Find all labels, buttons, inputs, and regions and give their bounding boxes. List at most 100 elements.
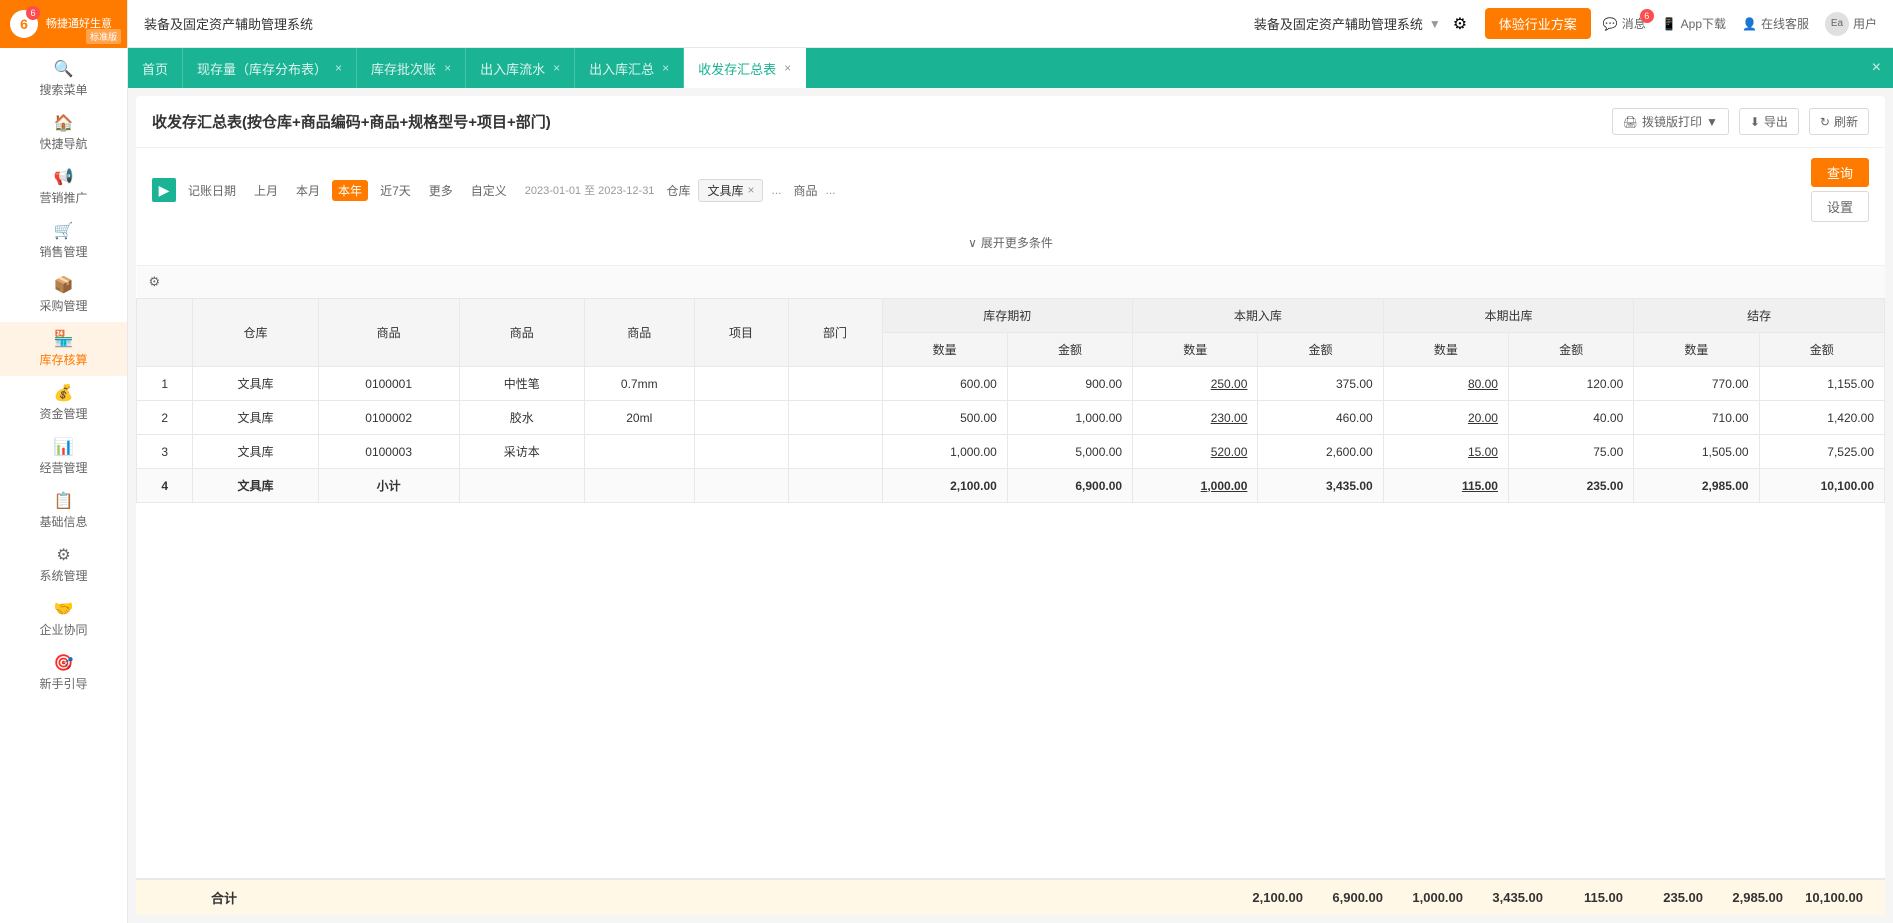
main-area: 装备及固定资产辅助管理系统 装备及固定资产辅助管理系统 ▼ ⚙ 体验行业方案 💬… — [128, 0, 1893, 923]
goods-more-btn[interactable]: ... — [826, 183, 836, 197]
tab-batch[interactable]: 库存批次账 × — [357, 48, 466, 88]
sidebar-item-search[interactable]: 🔍 搜索菜单 — [0, 52, 127, 106]
sidebar-item-guide[interactable]: 🎯 新手引导 — [0, 646, 127, 700]
cell-open-qty-3: 1,000.00 — [882, 435, 1007, 469]
sidebar-item-quicknav[interactable]: 🏠 快捷导航 — [0, 106, 127, 160]
cell-out-amt-3: 75.00 — [1508, 435, 1633, 469]
purchase-icon: 📦 — [55, 276, 73, 294]
page-container: 收发存汇总表(按仓库+商品编码+商品+规格型号+项目+部门) 🖨 拨镜版打印 ▼… — [136, 96, 1885, 915]
tab-close-batch[interactable]: × — [444, 61, 451, 75]
cell-dept-1 — [788, 367, 882, 401]
settings-btn[interactable]: 设置 — [1811, 191, 1869, 222]
cell-in-amt-2: 460.00 — [1258, 401, 1383, 435]
sidebar-item-inventory[interactable]: 🏪 库存核算 — [0, 322, 127, 376]
cell-out-amt-2: 40.00 — [1508, 401, 1633, 435]
tab-close-inout-sum[interactable]: × — [662, 61, 669, 75]
export-btn[interactable]: ⬇ 导出 — [1739, 108, 1799, 135]
settings-gear-icon[interactable]: ⚙ — [1453, 14, 1473, 34]
cell-spec-2: 20ml — [584, 401, 694, 435]
th-in-stock: 本期入库 — [1133, 299, 1384, 333]
cell-no-3: 3 — [137, 435, 193, 469]
guide-icon: 🎯 — [55, 654, 73, 672]
online-service-action[interactable]: 👤 在线客服 — [1742, 15, 1809, 32]
tab-close-inout-flow[interactable]: × — [553, 61, 560, 75]
message-action[interactable]: 💬 消息 6 — [1603, 15, 1646, 32]
refresh-btn[interactable]: ↻ 刷新 — [1809, 108, 1869, 135]
warehouse-tag[interactable]: 文具库 × — [698, 179, 763, 202]
cell-warehouse-2: 文具库 — [193, 401, 318, 435]
cell-code-3: 0100003 — [318, 435, 459, 469]
tab-close-receipt-sum[interactable]: × — [784, 61, 791, 75]
inventory-icon: 🏪 — [55, 330, 73, 348]
collab-icon: 🤝 — [55, 600, 73, 618]
date-btn-7days[interactable]: 近7天 — [374, 180, 417, 201]
system-select[interactable]: 装备及固定资产辅助管理系统 ▼ — [1254, 14, 1441, 33]
cell-project-2 — [694, 401, 788, 435]
system-title: 装备及固定资产辅助管理系统 — [144, 14, 1242, 33]
tab-inout-flow[interactable]: 出入库流水 × — [466, 48, 575, 88]
cell-out-amt-1: 120.00 — [1508, 367, 1633, 401]
warehouse-tag-close[interactable]: × — [747, 183, 754, 197]
cell-out-qty-2[interactable]: 20.00 — [1383, 401, 1508, 435]
sidebar-item-sales[interactable]: 🛒 销售管理 — [0, 214, 127, 268]
th-open-stock: 库存期初 — [882, 299, 1133, 333]
user-action[interactable]: Ea 用户 — [1825, 12, 1877, 36]
trial-btn[interactable]: 体验行业方案 — [1485, 8, 1591, 39]
cell-spec-3 — [584, 435, 694, 469]
date-btn-last-month[interactable]: 上月 — [248, 180, 284, 201]
date-btn-custom[interactable]: 自定义 — [465, 180, 513, 201]
query-btn[interactable]: 查询 — [1811, 158, 1869, 187]
th-balance: 结存 — [1634, 299, 1885, 333]
th-goods-name: 商品 — [459, 299, 584, 367]
cell-in-qty-3[interactable]: 520.00 — [1133, 435, 1258, 469]
cell-out-qty-3[interactable]: 15.00 — [1383, 435, 1508, 469]
sidebar-item-marketing[interactable]: 📢 营销推广 — [0, 160, 127, 214]
tab-stock-dist[interactable]: 现存量（库存分布表） × — [183, 48, 357, 88]
data-table-container: ⚙ 仓库 商品 商品 商品 项目 部门 库存期初 本期入库 — [136, 266, 1885, 878]
table-settings-icon[interactable]: ⚙ — [149, 274, 161, 289]
tab-inout-sum[interactable]: 出入库汇总 × — [575, 48, 684, 88]
app-download-action[interactable]: 📱 App下载 — [1662, 15, 1726, 32]
cell-in-qty-2[interactable]: 230.00 — [1133, 401, 1258, 435]
sidebar-item-operation[interactable]: 📊 经营管理 — [0, 430, 127, 484]
cell-subtotal-in-qty[interactable]: 1,000.00 — [1133, 469, 1258, 503]
table-settings-row: ⚙ — [137, 266, 1885, 299]
sidebar-item-finance[interactable]: 💰 资金管理 — [0, 376, 127, 430]
tab-receipt-sum[interactable]: 收发存汇总表 × — [684, 48, 806, 88]
search-icon: 🔍 — [55, 60, 73, 78]
print-btn[interactable]: 🖨 拨镜版打印 ▼ — [1612, 108, 1729, 135]
cell-out-qty-1[interactable]: 80.00 — [1383, 367, 1508, 401]
cell-code-1: 0100001 — [318, 367, 459, 401]
date-btn-this-year[interactable]: 本年 — [332, 180, 368, 201]
footer-open-amt: 6,900.00 — [1313, 890, 1393, 905]
th-spec: 商品 — [584, 299, 694, 367]
cell-in-qty-1[interactable]: 250.00 — [1133, 367, 1258, 401]
cell-spec-1: 0.7mm — [584, 367, 694, 401]
goods-label: 商品 — [794, 182, 818, 199]
cell-open-qty-1: 600.00 — [882, 367, 1007, 401]
sidebar-item-basic[interactable]: 📋 基础信息 — [0, 484, 127, 538]
basic-icon: 📋 — [55, 492, 73, 510]
refresh-icon: ↻ — [1820, 115, 1830, 129]
sidebar-item-purchase[interactable]: 📦 采购管理 — [0, 268, 127, 322]
filter-toggle-btn[interactable]: ▶ — [152, 178, 176, 202]
cell-subtotal-out-qty[interactable]: 115.00 — [1383, 469, 1508, 503]
date-btn-this-month[interactable]: 本月 — [290, 180, 326, 201]
tabbar-close-all[interactable]: × — [1860, 48, 1893, 88]
expand-more-btn[interactable]: ∨ 展开更多条件 — [152, 230, 1869, 255]
marketing-icon: 📢 — [55, 168, 73, 186]
tab-home[interactable]: 首页 — [128, 48, 183, 88]
date-btn-more[interactable]: 更多 — [423, 180, 459, 201]
warehouse-more-btn[interactable]: ... — [771, 183, 781, 197]
sidebar-item-system[interactable]: ⚙ 系统管理 — [0, 538, 127, 592]
sales-icon: 🛒 — [55, 222, 73, 240]
cell-in-amt-1: 375.00 — [1258, 367, 1383, 401]
page-header-actions: 🖨 拨镜版打印 ▼ ⬇ 导出 ↻ 刷新 — [1612, 108, 1869, 147]
subtotal-row: 4 文具库 小计 2,100.00 6,900.00 1,000.00 3,43… — [137, 469, 1885, 503]
chevron-down-icon: ∨ — [968, 236, 977, 250]
date-label: 记账日期 — [188, 182, 236, 199]
tab-close-stock-dist[interactable]: × — [335, 61, 342, 75]
cell-project-1 — [694, 367, 788, 401]
sidebar-item-collab[interactable]: 🤝 企业协同 — [0, 592, 127, 646]
th-dept: 部门 — [788, 299, 882, 367]
